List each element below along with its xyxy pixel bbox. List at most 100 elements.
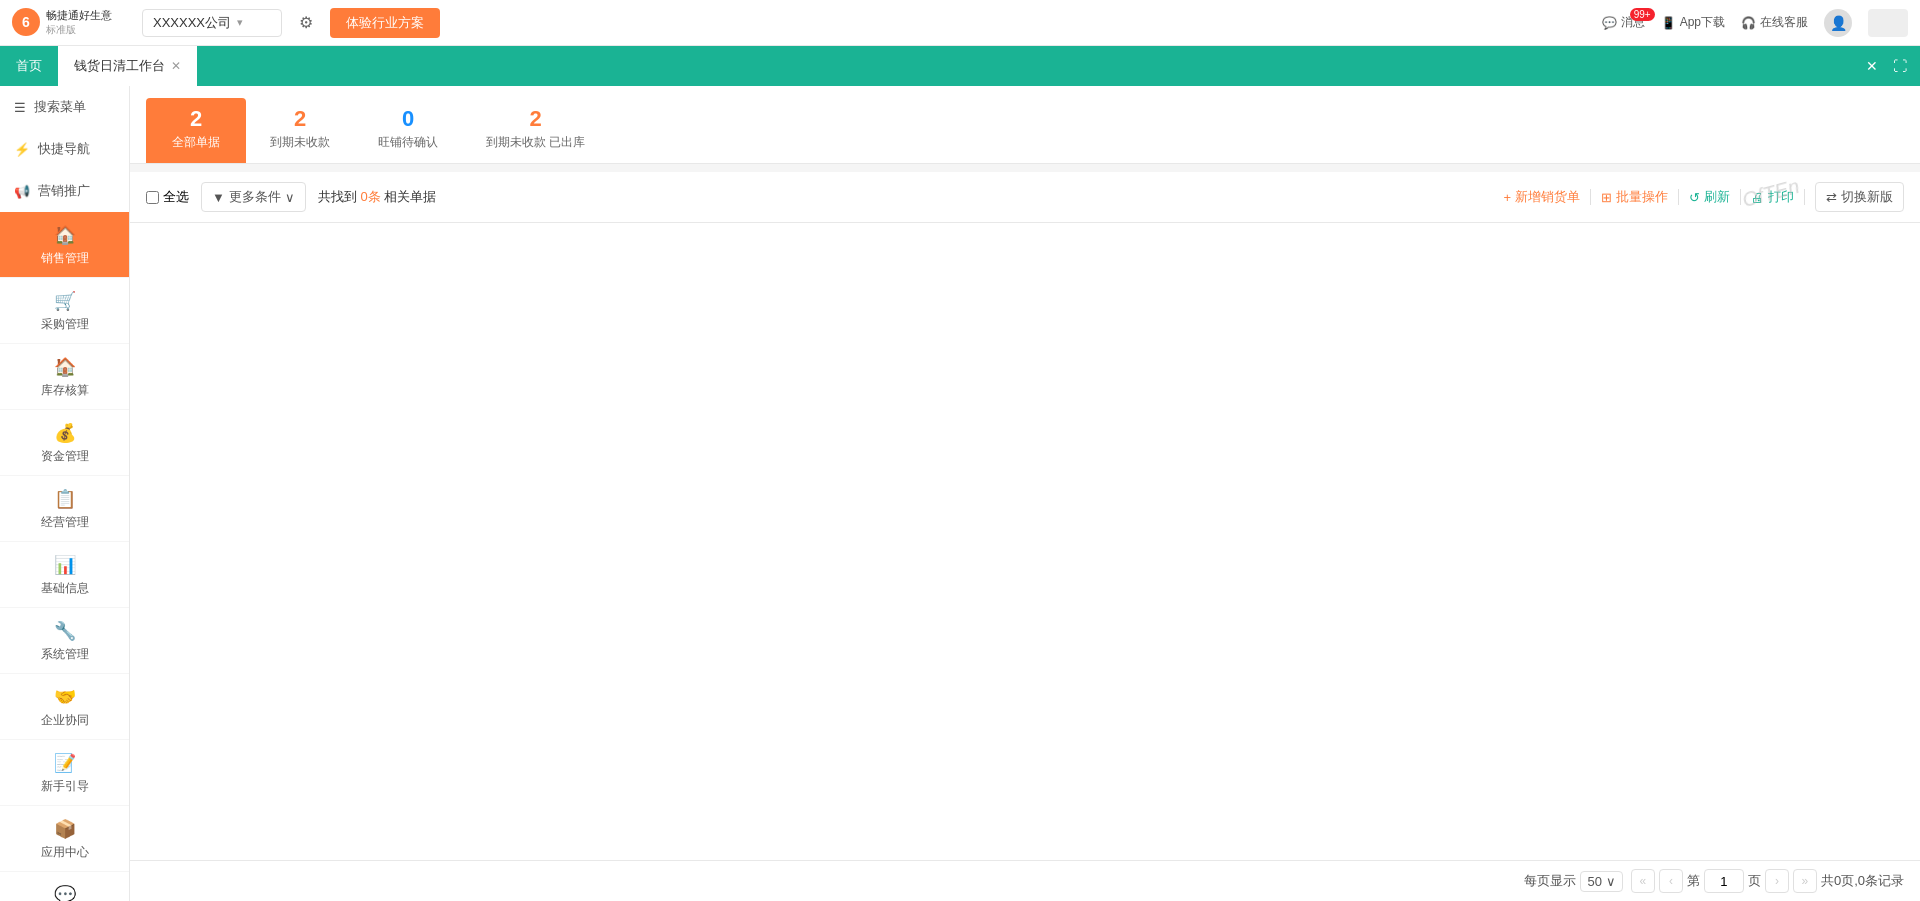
inventory-icon: 🏠 bbox=[54, 356, 76, 378]
content-area: 2 全部单据 2 到期未收款 0 旺铺待确认 2 到期未收款 已出库 全选 bbox=[130, 86, 1920, 901]
guide-icon: 📝 bbox=[54, 752, 76, 774]
app-download-label: App下载 bbox=[1680, 14, 1725, 31]
new-sale-button[interactable]: + 新增销货单 bbox=[1503, 188, 1580, 206]
new-sale-label: 新增销货单 bbox=[1515, 188, 1580, 206]
refresh-icon: ↺ bbox=[1689, 190, 1700, 205]
tab-close-all-button[interactable]: ✕ bbox=[1860, 54, 1884, 78]
sidebar-promo[interactable]: 📢 营销推广 bbox=[0, 170, 129, 212]
sidebar-nav-label: 快捷导航 bbox=[38, 140, 90, 158]
select-all-label: 全选 bbox=[163, 188, 189, 206]
filter-dropdown-icon: ∨ bbox=[285, 190, 295, 205]
tab-home[interactable]: 首页 bbox=[0, 46, 58, 86]
stat-tab-all[interactable]: 2 全部单据 bbox=[146, 98, 246, 163]
promo-icon: 📢 bbox=[14, 184, 30, 199]
app-download-button[interactable]: 📱 App下载 bbox=[1661, 14, 1725, 31]
sidebar-item-inventory-label: 库存核算 bbox=[41, 382, 89, 399]
print-icon: 🖨 bbox=[1751, 190, 1764, 205]
divider-3 bbox=[1740, 189, 1741, 205]
tab-maximize-button[interactable]: ⛶ bbox=[1888, 54, 1912, 78]
sidebar-search[interactable]: ☰ 搜索菜单 bbox=[0, 86, 129, 128]
tab-home-label: 首页 bbox=[16, 57, 42, 75]
toolbar-right: + 新增销货单 ⊞ 批量操作 ↺ 刷新 🖨 打印 bbox=[1503, 182, 1904, 212]
batch-icon: ⊞ bbox=[1601, 190, 1612, 205]
company-name: XXXXXX公司 bbox=[153, 14, 231, 32]
logo-title: 畅捷通好生意 bbox=[46, 8, 112, 22]
nav-icon: ⚡ bbox=[14, 142, 30, 157]
pagination: 每页显示 50 ∨ « ‹ 第 页 › » 共0页,0条记录 bbox=[130, 860, 1920, 901]
print-label: 打印 bbox=[1768, 188, 1794, 206]
operations-icon: 📋 bbox=[54, 488, 76, 510]
page-suffix: 页 bbox=[1748, 872, 1761, 890]
gear-icon: ⚙ bbox=[299, 13, 313, 32]
settings-button[interactable]: ⚙ bbox=[290, 7, 322, 39]
logo-icon: 6 bbox=[12, 8, 40, 36]
filter-icon: ▼ bbox=[212, 190, 225, 205]
total-info: 共0页,0条记录 bbox=[1821, 872, 1904, 890]
experience-button[interactable]: 体验行业方案 bbox=[330, 8, 440, 38]
refresh-button[interactable]: ↺ 刷新 bbox=[1689, 188, 1730, 206]
message-button[interactable]: 💬 消息 99+ bbox=[1602, 14, 1645, 31]
stat-label-shipped: 到期未收款 已出库 bbox=[486, 134, 585, 151]
finance-icon: 💰 bbox=[54, 422, 76, 444]
current-page-input[interactable] bbox=[1704, 869, 1744, 893]
enterprise-icon: 🤝 bbox=[54, 686, 76, 708]
sidebar-item-basic-info[interactable]: 📊 基础信息 bbox=[0, 542, 129, 608]
tab-bar-controls: ✕ ⛶ bbox=[1860, 54, 1920, 78]
found-text: 共找到 0条 相关单据 bbox=[318, 188, 436, 206]
tab-close-icon[interactable]: ✕ bbox=[171, 59, 181, 73]
logo-badge: 标准版 bbox=[46, 23, 112, 37]
switch-version-button[interactable]: ⇄ 切换新版 bbox=[1815, 182, 1904, 212]
sidebar-item-app-center-label: 应用中心 bbox=[41, 844, 89, 861]
logo-text-block: 畅捷通好生意 标准版 bbox=[46, 8, 112, 36]
more-filter-button[interactable]: ▼ 更多条件 ∨ bbox=[201, 182, 306, 212]
select-all-input[interactable] bbox=[146, 191, 159, 204]
company-selector[interactable]: XXXXXX公司 ▾ bbox=[142, 9, 282, 37]
divider-1 bbox=[1590, 189, 1591, 205]
next-page-button[interactable]: › bbox=[1765, 869, 1789, 893]
divider-4 bbox=[1804, 189, 1805, 205]
tab-workbench[interactable]: 钱货日清工作台 ✕ bbox=[58, 46, 197, 86]
sidebar-item-basic-info-label: 基础信息 bbox=[41, 580, 89, 597]
purchase-icon: 🛒 bbox=[54, 290, 76, 312]
last-page-button[interactable]: » bbox=[1793, 869, 1817, 893]
online-service-button[interactable]: 🎧 在线客服 bbox=[1741, 14, 1808, 31]
batch-button[interactable]: ⊞ 批量操作 bbox=[1601, 188, 1668, 206]
sidebar-item-sales[interactable]: 🏠 销售管理 bbox=[0, 212, 129, 278]
message-badge: 99+ bbox=[1630, 8, 1655, 21]
sidebar-item-finance[interactable]: 💰 资金管理 bbox=[0, 410, 129, 476]
avatar[interactable]: 👤 bbox=[1824, 9, 1852, 37]
print-button[interactable]: 🖨 打印 bbox=[1751, 188, 1794, 206]
stat-num-shipped: 2 bbox=[530, 106, 542, 132]
sidebar-item-inventory[interactable]: 🏠 库存核算 bbox=[0, 344, 129, 410]
stat-tab-shipped[interactable]: 2 到期未收款 已出库 bbox=[462, 98, 609, 163]
company-dropdown-arrow: ▾ bbox=[237, 16, 243, 29]
sidebar-item-system-label: 系统管理 bbox=[41, 646, 89, 663]
table-area bbox=[130, 223, 1920, 860]
logo-area: 6 畅捷通好生意 标准版 bbox=[12, 8, 142, 36]
stat-tab-pending[interactable]: 0 旺铺待确认 bbox=[354, 98, 462, 163]
sidebar-item-guide-label: 新手引导 bbox=[41, 778, 89, 795]
sidebar: ☰ 搜索菜单 ⚡ 快捷导航 📢 营销推广 🏠 销售管理 🛒 采购管理 🏠 库存核… bbox=[0, 86, 130, 901]
sidebar-item-purchase[interactable]: 🛒 采购管理 bbox=[0, 278, 129, 344]
stat-tab-overdue[interactable]: 2 到期未收款 bbox=[246, 98, 354, 163]
download-icon: 📱 bbox=[1661, 16, 1676, 30]
sidebar-nav[interactable]: ⚡ 快捷导航 bbox=[0, 128, 129, 170]
stats-tabs: 2 全部单据 2 到期未收款 0 旺铺待确认 2 到期未收款 已出库 bbox=[130, 86, 1920, 164]
first-page-button[interactable]: « bbox=[1631, 869, 1655, 893]
search-icon: ☰ bbox=[14, 100, 26, 115]
select-all-checkbox[interactable]: 全选 bbox=[146, 188, 189, 206]
sidebar-item-operations[interactable]: 📋 经营管理 bbox=[0, 476, 129, 542]
sidebar-item-app-center[interactable]: 📦 应用中心 bbox=[0, 806, 129, 872]
sidebar-item-enterprise[interactable]: 🤝 企业协同 bbox=[0, 674, 129, 740]
sidebar-item-wechat[interactable]: 💬 企业微信 bbox=[0, 872, 129, 901]
sidebar-item-guide[interactable]: 📝 新手引导 bbox=[0, 740, 129, 806]
prev-page-button[interactable]: ‹ bbox=[1659, 869, 1683, 893]
page-size-dropdown[interactable]: 50 ∨ bbox=[1580, 871, 1622, 892]
page-size-select: 每页显示 50 ∨ bbox=[1524, 871, 1622, 892]
stat-label-overdue: 到期未收款 bbox=[270, 134, 330, 151]
sidebar-item-finance-label: 资金管理 bbox=[41, 448, 89, 465]
top-header: 6 畅捷通好生意 标准版 XXXXXX公司 ▾ ⚙ 体验行业方案 💬 消息 99… bbox=[0, 0, 1920, 46]
sidebar-item-system[interactable]: 🔧 系统管理 bbox=[0, 608, 129, 674]
page-label: 第 bbox=[1687, 872, 1700, 890]
found-count: 0条 bbox=[361, 189, 381, 204]
